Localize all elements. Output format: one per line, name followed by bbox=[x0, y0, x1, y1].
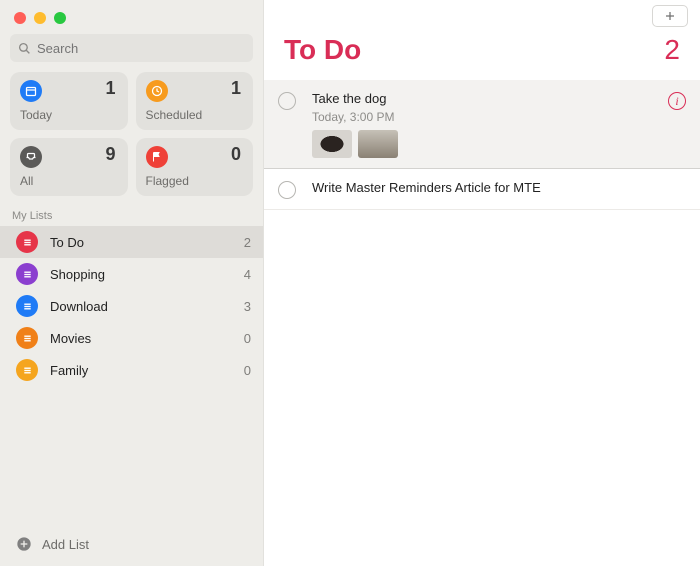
main-content: To Do 2 Take the dog Today, 3:00 PMi Write… bbox=[264, 0, 700, 566]
list-bullet-icon bbox=[16, 295, 38, 317]
smart-today-count: 1 bbox=[105, 78, 115, 99]
list-name: Shopping bbox=[50, 267, 105, 282]
list-count-badge: 3 bbox=[244, 299, 251, 314]
task-checkbox[interactable] bbox=[278, 181, 296, 199]
task-subtitle: Today, 3:00 PM bbox=[312, 110, 668, 124]
list-name: Movies bbox=[50, 331, 91, 346]
search-container bbox=[0, 30, 263, 72]
search-input[interactable] bbox=[37, 41, 245, 56]
list-bullet-icon bbox=[16, 359, 38, 381]
list-row[interactable]: Shopping 4 bbox=[0, 258, 263, 290]
list-name: Family bbox=[50, 363, 88, 378]
smart-flagged[interactable]: 0 Flagged bbox=[136, 138, 254, 196]
smart-all-count: 9 bbox=[105, 144, 115, 165]
smart-flagged-count: 0 bbox=[231, 144, 241, 165]
add-reminder-button[interactable] bbox=[652, 5, 688, 27]
list-count-badge: 2 bbox=[244, 235, 251, 250]
list-header: To Do 2 bbox=[264, 32, 700, 80]
task-body: Take the dog Today, 3:00 PM bbox=[312, 90, 668, 158]
search-field[interactable] bbox=[10, 34, 253, 62]
list-name: To Do bbox=[50, 235, 84, 250]
list-title: To Do bbox=[284, 34, 361, 66]
task-row[interactable]: Write Master Reminders Article for MTE bbox=[264, 169, 700, 210]
list-bullet-icon bbox=[16, 263, 38, 285]
search-icon bbox=[18, 42, 31, 55]
smart-scheduled-count: 1 bbox=[231, 78, 241, 99]
sidebar: 1 Today 1 Scheduled 9 All 0 Flagged My L… bbox=[0, 0, 264, 566]
attachment-thumbnail[interactable] bbox=[358, 130, 398, 158]
smart-lists: 1 Today 1 Scheduled 9 All 0 Flagged bbox=[0, 72, 263, 206]
list-bullet-icon bbox=[16, 327, 38, 349]
tray-icon bbox=[20, 146, 42, 168]
list-row[interactable]: Family 0 bbox=[0, 354, 263, 386]
smart-today-label: Today bbox=[20, 108, 52, 122]
close-window-button[interactable] bbox=[14, 12, 26, 24]
attachment-thumbnail[interactable] bbox=[312, 130, 352, 158]
clock-icon bbox=[146, 80, 168, 102]
my-lists-header: My Lists bbox=[0, 206, 263, 226]
info-icon[interactable]: i bbox=[668, 92, 686, 110]
smart-today[interactable]: 1 Today bbox=[10, 72, 128, 130]
list-count-badge: 0 bbox=[244, 363, 251, 378]
list-count: 2 bbox=[664, 34, 680, 66]
plus-circle-icon bbox=[16, 536, 32, 552]
task-title: Write Master Reminders Article for MTE bbox=[312, 179, 686, 197]
list-row[interactable]: To Do 2 bbox=[0, 226, 263, 258]
task-body: Write Master Reminders Article for MTE bbox=[312, 179, 686, 199]
list-row[interactable]: Download 3 bbox=[0, 290, 263, 322]
task-attachments bbox=[312, 130, 668, 158]
list-count-badge: 4 bbox=[244, 267, 251, 282]
task-list: Take the dog Today, 3:00 PMi Write Master … bbox=[264, 80, 700, 566]
task-title: Take the dog bbox=[312, 90, 668, 108]
add-list-label: Add List bbox=[42, 537, 89, 552]
zoom-window-button[interactable] bbox=[54, 12, 66, 24]
user-lists: To Do 2 Shopping 4 Download 3 Movies 0 Family 0 bbox=[0, 226, 263, 522]
add-list-button[interactable]: Add List bbox=[0, 522, 263, 566]
smart-scheduled-label: Scheduled bbox=[146, 108, 203, 122]
smart-all-label: All bbox=[20, 174, 33, 188]
minimize-window-button[interactable] bbox=[34, 12, 46, 24]
toolbar bbox=[264, 0, 700, 32]
smart-flagged-label: Flagged bbox=[146, 174, 189, 188]
task-checkbox[interactable] bbox=[278, 92, 296, 110]
task-row[interactable]: Take the dog Today, 3:00 PMi bbox=[264, 80, 700, 169]
plus-icon bbox=[664, 10, 676, 22]
calendar-today-icon bbox=[20, 80, 42, 102]
smart-all[interactable]: 9 All bbox=[10, 138, 128, 196]
list-count-badge: 0 bbox=[244, 331, 251, 346]
list-bullet-icon bbox=[16, 231, 38, 253]
flag-icon bbox=[146, 146, 168, 168]
smart-scheduled[interactable]: 1 Scheduled bbox=[136, 72, 254, 130]
window-controls bbox=[0, 0, 263, 30]
list-row[interactable]: Movies 0 bbox=[0, 322, 263, 354]
list-name: Download bbox=[50, 299, 108, 314]
